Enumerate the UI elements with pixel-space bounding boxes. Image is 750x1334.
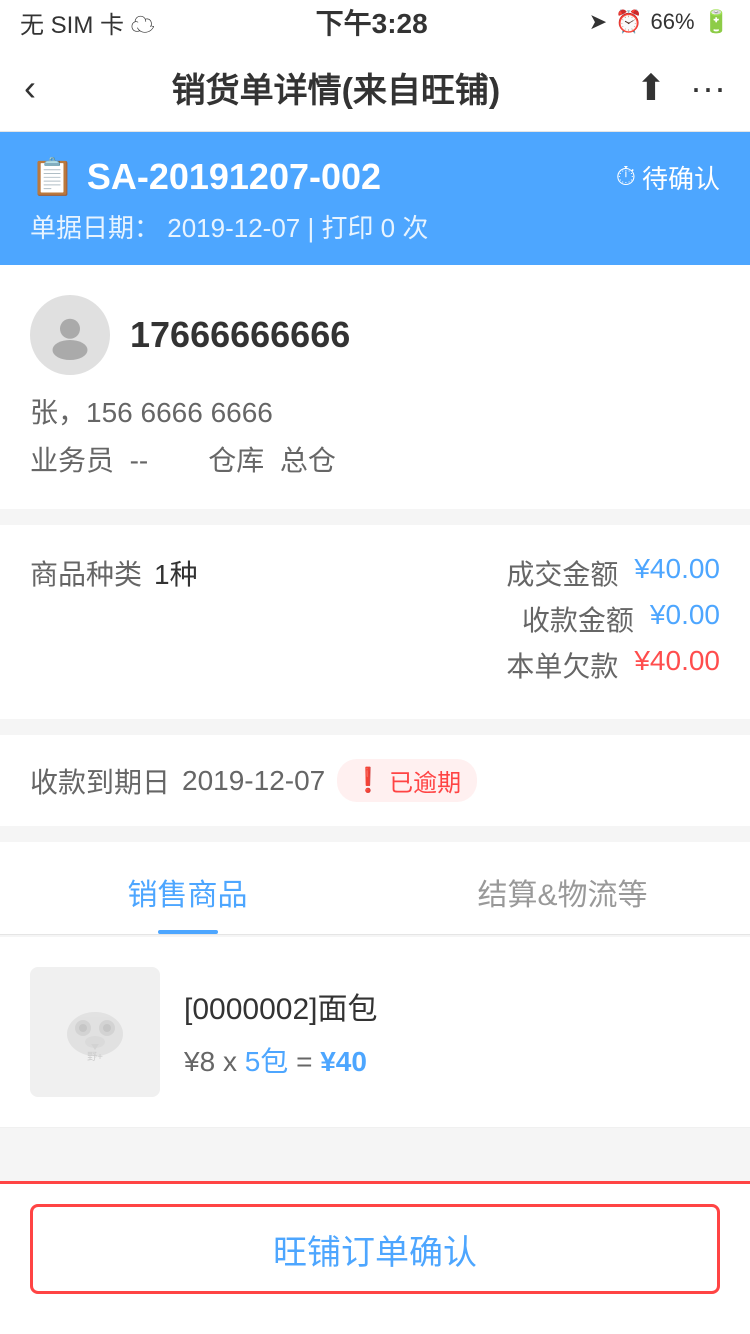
amounts: 成交金额 ¥40.00 收款金额 ¥0.00 本单欠款 ¥40.00 [506, 553, 720, 691]
tabs: 销售商品 结算&物流等 [0, 842, 750, 935]
warehouse-label: 仓库 总仓 [208, 439, 336, 479]
back-button[interactable]: ‹ [24, 67, 36, 109]
customer-card: 17666666666 张，156 6666 6666 业务员 -- 仓库 总仓 [0, 265, 750, 509]
share-button[interactable]: ⬆ [636, 67, 666, 109]
received-row: 收款金额 ¥0.00 [506, 599, 720, 639]
amount-row: 成交金额 ¥40.00 [506, 553, 720, 593]
svg-text:野+: 野+ [87, 1051, 103, 1062]
nav-left: ‹ [24, 67, 36, 109]
status-bar: 无 SIM 卡 ☁ 下午3:28 ➤ ⏰ 66% 🔋 [0, 0, 750, 44]
confirm-order-button[interactable]: 旺铺订单确认 [30, 1204, 720, 1294]
print-info: | 打印 0 次 [307, 213, 428, 243]
owed-label: 本单欠款 [506, 645, 618, 685]
alarm-icon: ⏰ [615, 9, 642, 35]
product-type-label: 商品种类 [30, 553, 142, 593]
due-date-value: 2019-12-07 [182, 765, 325, 797]
tab-sales-products[interactable]: 销售商品 [0, 842, 375, 934]
order-status-text: 待确认 [642, 159, 720, 196]
order-banner: 📋 SA-20191207-002 ⏱ 待确认 单据日期： 2019-12-07… [0, 132, 750, 265]
battery-icon: 🔋 [703, 9, 730, 35]
product-item: 野+ [0000002]面包 ¥8 x 5包 = ¥40 [0, 937, 750, 1128]
location-icon: ➤ [589, 9, 607, 35]
owed-value: ¥40.00 [634, 645, 720, 685]
amount-label: 成交金额 [506, 553, 618, 593]
status-time: 下午3:28 [316, 2, 428, 42]
avatar [30, 295, 110, 375]
summary-card: 商品种类 1种 成交金额 ¥40.00 收款金额 ¥0.00 本单欠款 ¥40.… [0, 525, 750, 719]
owed-row: 本单欠款 ¥40.00 [506, 645, 720, 685]
product-name: [0000002]面包 [184, 984, 720, 1028]
overdue-text: 已逾期 [389, 763, 461, 798]
order-id-text: SA-20191207-002 [87, 156, 381, 198]
bottom-bar: 旺铺订单确认 [0, 1181, 750, 1334]
product-list: 野+ [0000002]面包 ¥8 x 5包 = ¥40 [0, 937, 750, 1128]
overdue-icon: ❗ [353, 766, 383, 795]
status-left: 无 SIM 卡 ☁ [20, 5, 155, 40]
product-type: 商品种类 1种 [30, 553, 198, 593]
amount-value: ¥40.00 [634, 553, 720, 593]
unit-price: ¥8 [184, 1046, 215, 1077]
customer-meta: 业务员 -- 仓库 总仓 [30, 439, 720, 479]
customer-top: 17666666666 [30, 295, 720, 375]
order-status: ⏱ 待确认 [616, 159, 720, 196]
sim-label: 无 SIM 卡 ☁ [20, 5, 155, 40]
order-icon: 📋 [30, 156, 75, 198]
more-button[interactable]: ··· [690, 67, 726, 109]
nav-title: 销货单详情(来自旺铺) [172, 63, 501, 112]
received-value: ¥0.00 [650, 599, 720, 639]
received-label: 收款金额 [522, 599, 634, 639]
status-right: ➤ ⏰ 66% 🔋 [589, 9, 730, 35]
product-info: [0000002]面包 ¥8 x 5包 = ¥40 [184, 967, 720, 1097]
due-date-card: 收款到期日 2019-12-07 ❗ 已逾期 [0, 735, 750, 826]
overdue-badge: ❗ 已逾期 [337, 759, 477, 802]
product-thumb-icon: 野+ [55, 1002, 135, 1062]
sales-label: 业务员 -- [30, 439, 148, 479]
nav-bar: ‹ 销货单详情(来自旺铺) ⬆ ··· [0, 44, 750, 132]
clock-icon: ⏱ [616, 161, 636, 193]
date-label: 单据日期： [30, 213, 160, 243]
customer-name-phone: 张，156 6666 6666 [30, 391, 720, 431]
nav-right: ⬆ ··· [636, 67, 726, 109]
product-qty: 5包 [245, 1046, 289, 1077]
product-thumbnail: 野+ [30, 967, 160, 1097]
order-date: 单据日期： 2019-12-07 | 打印 0 次 [30, 208, 720, 245]
product-type-value: 1种 [154, 553, 198, 593]
product-total: ¥40 [320, 1046, 367, 1077]
due-label: 收款到期日 [30, 761, 170, 801]
customer-phone: 17666666666 [130, 314, 350, 356]
tab-settlement[interactable]: 结算&物流等 [375, 842, 750, 934]
order-id-row: 📋 SA-20191207-002 ⏱ 待确认 [30, 156, 720, 198]
order-id: 📋 SA-20191207-002 [30, 156, 381, 198]
battery-label: 66% [651, 9, 695, 35]
product-price: ¥8 x 5包 = ¥40 [184, 1040, 720, 1080]
order-date-value: 2019-12-07 [167, 213, 300, 243]
summary-row: 商品种类 1种 成交金额 ¥40.00 收款金额 ¥0.00 本单欠款 ¥40.… [30, 553, 720, 691]
